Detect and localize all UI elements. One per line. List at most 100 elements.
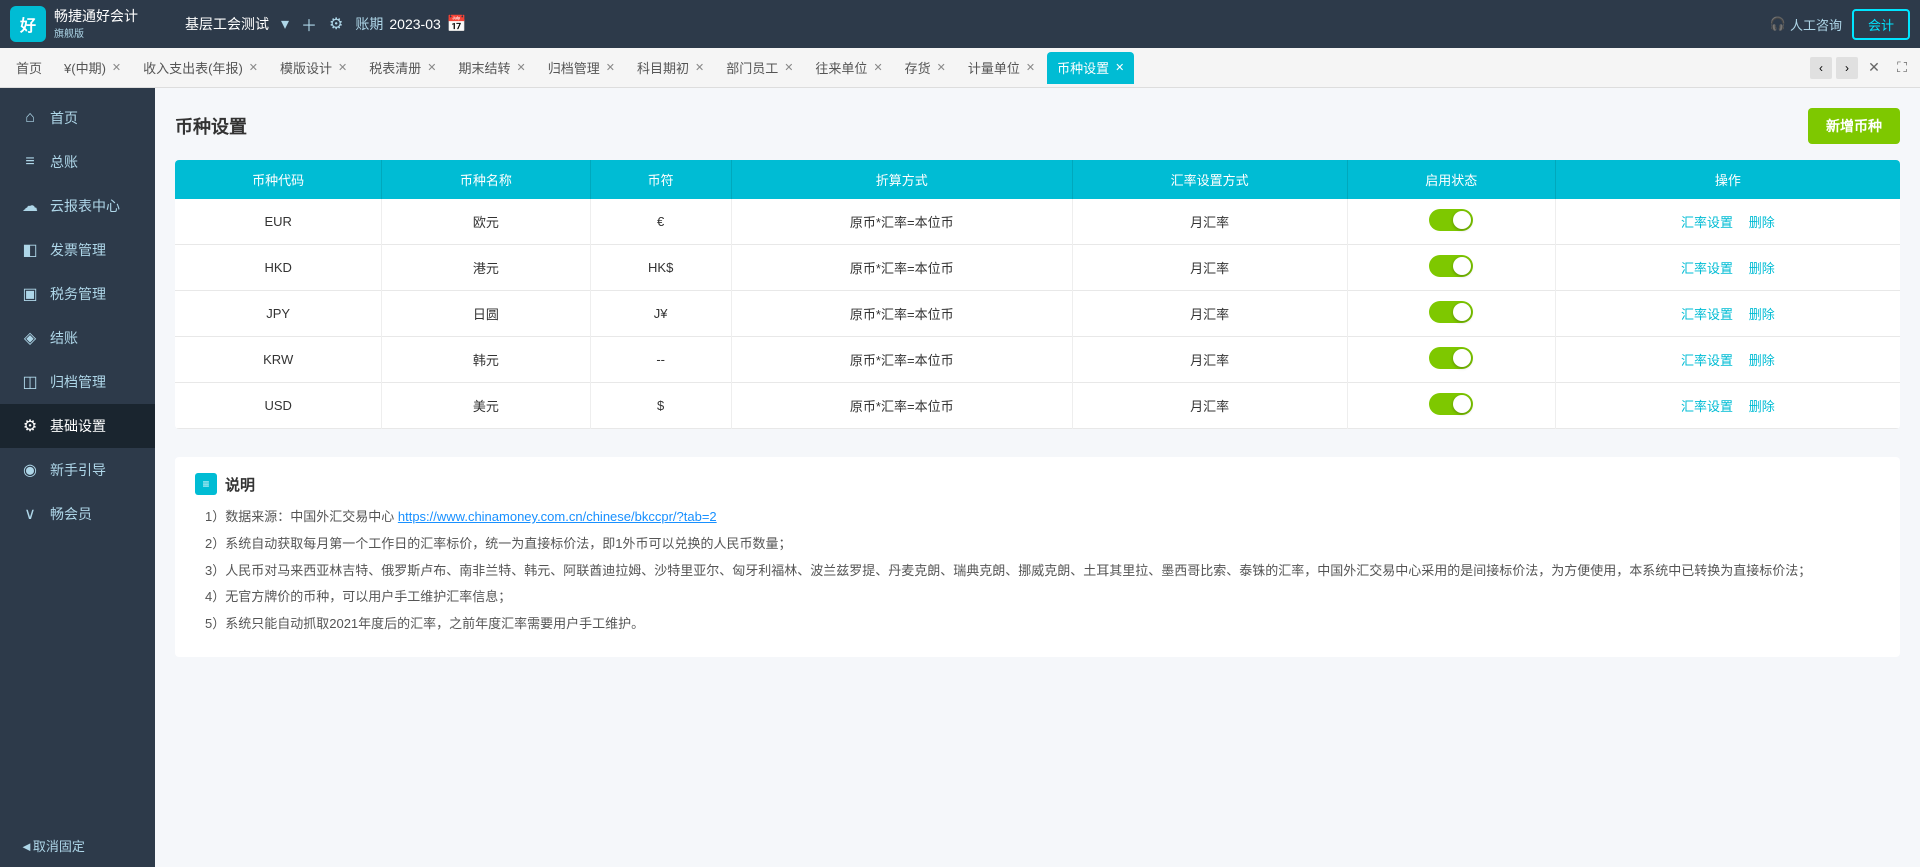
accounting-button[interactable]: 会计 (1852, 9, 1910, 40)
rate-setting-link-USD[interactable]: 汇率设置 (1681, 399, 1733, 414)
table-row: JPY 日圆 J¥ 原币*汇率=本位币 月汇率 汇率设置 删除 (175, 291, 1900, 337)
toggle-enabled-USD[interactable] (1429, 393, 1473, 415)
sidebar-pin-toggle[interactable]: ◄取消固定 (0, 824, 155, 867)
cell-rate-type: 月汇率 (1072, 245, 1347, 291)
tab-next-button[interactable]: › (1836, 57, 1858, 79)
tab-close-tax[interactable]: ✕ (427, 61, 436, 74)
tab-close-inventory[interactable]: ✕ (937, 61, 946, 74)
tab-actions: ‹ › ✕ ⛶ (1810, 56, 1914, 80)
rate-setting-link-KRW[interactable]: 汇率设置 (1681, 353, 1733, 368)
tab-close-template[interactable]: ✕ (338, 61, 347, 74)
tab-tax[interactable]: 税表清册 ✕ (359, 52, 446, 84)
tab-period-close[interactable]: 期末结转 ✕ (448, 52, 535, 84)
cell-name: 美元 (382, 383, 590, 429)
sidebar-item-settings[interactable]: ⚙ 基础设置 (0, 404, 155, 448)
cell-code: USD (175, 383, 382, 429)
tab-close-subject[interactable]: ✕ (695, 61, 704, 74)
cell-name: 韩元 (382, 337, 590, 383)
sidebar-item-reports[interactable]: ☁ 云报表中心 (0, 184, 155, 228)
toggle-enabled-KRW[interactable] (1429, 347, 1473, 369)
table-row: HKD 港元 HK$ 原币*汇率=本位币 月汇率 汇率设置 删除 (175, 245, 1900, 291)
member-icon: ∨ (20, 504, 40, 524)
table-row: KRW 韩元 -- 原币*汇率=本位币 月汇率 汇率设置 删除 (175, 337, 1900, 383)
tab-close-partner[interactable]: ✕ (873, 61, 882, 74)
sidebar-item-ledger[interactable]: ≡ 总账 (0, 140, 155, 184)
tab-template[interactable]: 模版设计 ✕ (270, 52, 357, 84)
top-header: 好 畅捷通好会计 旗舰版 基层工会测试 ▾ ＋ ⚙ 账期 2023-03 📅 🎧… (0, 0, 1920, 48)
cell-name: 欧元 (382, 199, 590, 245)
delete-link-JPY[interactable]: 删除 (1749, 307, 1775, 322)
tab-close-period-close[interactable]: ✕ (517, 61, 526, 74)
delete-link-EUR[interactable]: 删除 (1749, 215, 1775, 230)
sidebar-item-tax[interactable]: ▣ 税务管理 (0, 272, 155, 316)
rate-setting-link-JPY[interactable]: 汇率设置 (1681, 307, 1733, 322)
tab-subject[interactable]: 科目期初 ✕ (627, 52, 714, 84)
sidebar-item-member[interactable]: ∨ 畅会员 (0, 492, 155, 536)
cell-status (1347, 291, 1555, 337)
company-dropdown-icon[interactable]: ▾ (281, 14, 289, 34)
delete-link-KRW[interactable]: 删除 (1749, 353, 1775, 368)
cell-symbol: -- (590, 337, 731, 383)
tab-archive[interactable]: 归档管理 ✕ (538, 52, 625, 84)
notes-section: ≡ 说明 1）数据来源：中国外汇交易中心 https://www.chinamo… (175, 457, 1900, 657)
tab-maximize-button[interactable]: ⛶ (1890, 56, 1914, 80)
rate-setting-link-EUR[interactable]: 汇率设置 (1681, 215, 1733, 230)
tab-prev-button[interactable]: ‹ (1810, 57, 1832, 79)
calendar-icon[interactable]: 📅 (447, 14, 467, 34)
cell-rate-type: 月汇率 (1072, 383, 1347, 429)
app-logo-icon: 好 (10, 6, 46, 42)
tab-close-dept[interactable]: ✕ (784, 61, 793, 74)
note-item-4: 4）无官方牌价的币种，可以用户手工维护汇率信息； (205, 587, 1880, 608)
cell-calc: 原币*汇率=本位币 (731, 245, 1072, 291)
sidebar-item-checkout[interactable]: ◈ 结账 (0, 316, 155, 360)
cell-action: 汇率设置 删除 (1555, 199, 1900, 245)
page-title: 币种设置 (175, 113, 247, 139)
toggle-enabled-JPY[interactable] (1429, 301, 1473, 323)
sidebar-item-home[interactable]: ⌂ 首页 (0, 96, 155, 140)
sidebar-item-archive[interactable]: ◫ 归档管理 (0, 360, 155, 404)
table-row: USD 美元 $ 原币*汇率=本位币 月汇率 汇率设置 删除 (175, 383, 1900, 429)
service-button[interactable]: 🎧 人工咨询 (1770, 15, 1842, 34)
toggle-knob (1453, 257, 1471, 275)
toggle-enabled-EUR[interactable] (1429, 209, 1473, 231)
tab-income[interactable]: 收入支出表(年报) ✕ (133, 52, 268, 84)
col-action: 操作 (1555, 160, 1900, 199)
app-body: ⌂ 首页 ≡ 总账 ☁ 云报表中心 ◧ 发票管理 ▣ 税务管理 ◈ 结账 ◫ 归… (0, 88, 1920, 867)
settings-icon[interactable]: ⚙ (329, 14, 343, 34)
rate-setting-link-HKD[interactable]: 汇率设置 (1681, 261, 1733, 276)
tab-inventory[interactable]: 存货 ✕ (895, 52, 956, 84)
cell-action: 汇率设置 删除 (1555, 291, 1900, 337)
add-company-icon[interactable]: ＋ (301, 12, 317, 36)
sidebar-item-invoice[interactable]: ◧ 发票管理 (0, 228, 155, 272)
china-money-link[interactable]: https://www.chinamoney.com.cn/chinese/bk… (398, 509, 717, 524)
settings-gear-icon: ⚙ (20, 416, 40, 436)
delete-link-USD[interactable]: 删除 (1749, 399, 1775, 414)
tab-currency[interactable]: 币种设置 ✕ (1047, 52, 1134, 84)
tab-close-period[interactable]: ✕ (112, 61, 121, 74)
tab-close-unit[interactable]: ✕ (1026, 61, 1035, 74)
tab-unit[interactable]: 计量单位 ✕ (958, 52, 1045, 84)
tab-home[interactable]: 首页 (6, 52, 52, 84)
toggle-enabled-HKD[interactable] (1429, 255, 1473, 277)
currency-table: 币种代码 币种名称 币符 折算方式 汇率设置方式 启用状态 操作 EUR 欧元 … (175, 160, 1900, 429)
cell-symbol: HK$ (590, 245, 731, 291)
sidebar-item-guide[interactable]: ◉ 新手引导 (0, 448, 155, 492)
app-name: 畅捷通好会计 (54, 8, 138, 25)
cell-rate-type: 月汇率 (1072, 337, 1347, 383)
cell-calc: 原币*汇率=本位币 (731, 199, 1072, 245)
cell-calc: 原币*汇率=本位币 (731, 291, 1072, 337)
tab-close-currency[interactable]: ✕ (1115, 61, 1124, 74)
new-currency-button[interactable]: 新增币种 (1808, 108, 1900, 144)
logo-area: 好 畅捷通好会计 旗舰版 (10, 6, 165, 42)
col-name: 币种名称 (382, 160, 590, 199)
tab-period[interactable]: ¥(中期) ✕ (54, 52, 131, 84)
tab-dept[interactable]: 部门员工 ✕ (716, 52, 803, 84)
delete-link-HKD[interactable]: 删除 (1749, 261, 1775, 276)
tab-close-all-button[interactable]: ✕ (1862, 56, 1886, 80)
cell-code: EUR (175, 199, 382, 245)
cell-code: JPY (175, 291, 382, 337)
tab-close-income[interactable]: ✕ (249, 61, 258, 74)
tab-partner[interactable]: 往来单位 ✕ (805, 52, 892, 84)
tab-close-archive[interactable]: ✕ (606, 61, 615, 74)
toggle-knob (1453, 211, 1471, 229)
